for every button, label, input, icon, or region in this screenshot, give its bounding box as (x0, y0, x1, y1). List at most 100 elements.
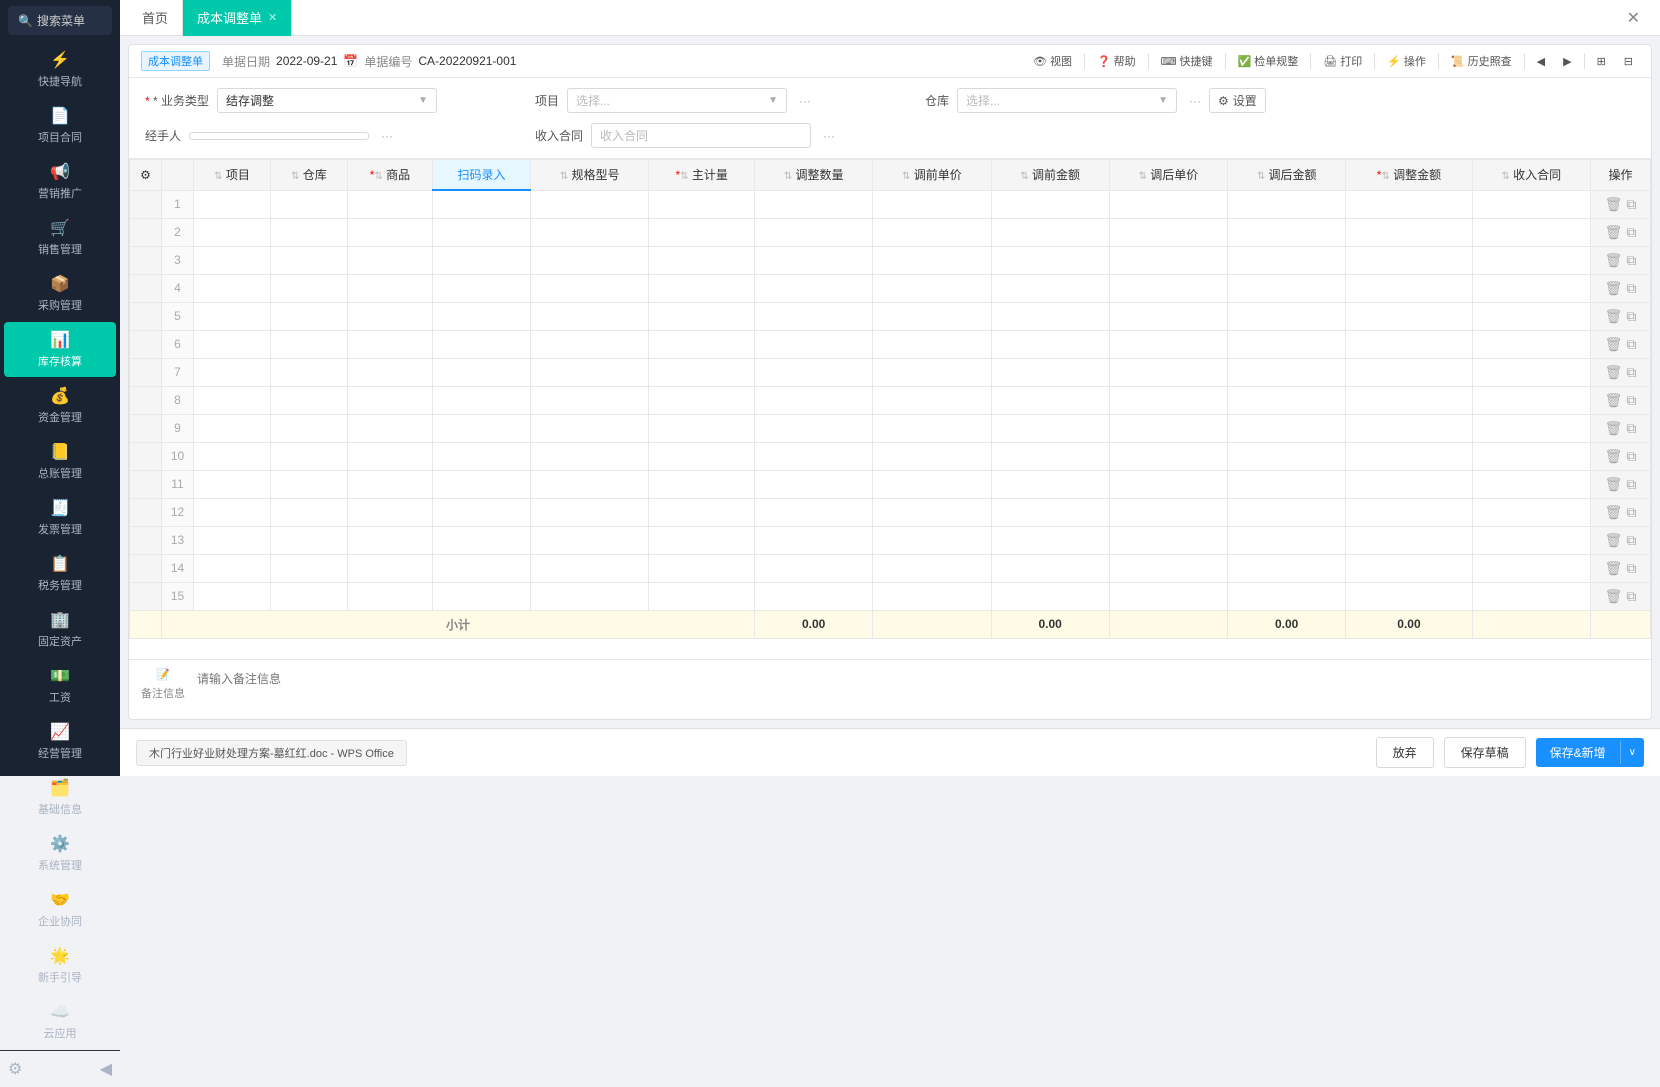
delete-icon[interactable]: 🗑 (1605, 196, 1623, 213)
cell-2-7[interactable] (873, 218, 991, 246)
col-income-contract[interactable]: ⇅ 收入合同 (1472, 160, 1590, 191)
cell-14-5[interactable] (649, 554, 755, 582)
cell-6-10[interactable] (1228, 330, 1346, 358)
toolbar-help-btn[interactable]: ❓ 帮助 (1091, 51, 1142, 71)
cell-9-9[interactable] (1109, 414, 1227, 442)
cell-8-10[interactable] (1228, 386, 1346, 414)
cell-5-2[interactable] (347, 302, 432, 330)
cell-12-2[interactable] (347, 498, 432, 526)
cell-9-8[interactable] (991, 414, 1109, 442)
cell-9-3[interactable] (432, 414, 530, 442)
copy-icon[interactable]: ⧉ (1626, 336, 1636, 353)
cell-2-8[interactable] (991, 218, 1109, 246)
cell-4-5[interactable] (649, 274, 755, 302)
cell-9-11[interactable] (1346, 414, 1472, 442)
cell-15-10[interactable] (1228, 582, 1346, 610)
cell-11-12[interactable] (1472, 470, 1590, 498)
copy-icon[interactable]: ⧉ (1626, 308, 1636, 325)
sidebar-item-assets[interactable]: 🏢固定资产 (4, 602, 116, 657)
copy-icon[interactable]: ⧉ (1626, 224, 1636, 241)
cell-10-3[interactable] (432, 442, 530, 470)
handler-more-btn[interactable]: ··· (381, 129, 393, 143)
col-adj-qty[interactable]: ⇅ 调整数量 (754, 160, 872, 191)
cell-8-12[interactable] (1472, 386, 1590, 414)
col-after-amount[interactable]: ⇅ 调后金额 (1228, 160, 1346, 191)
delete-icon[interactable]: 🗑 (1605, 532, 1623, 549)
col-gear[interactable]: ⚙ (130, 160, 162, 191)
notes-input[interactable] (197, 668, 1639, 698)
cell-13-7[interactable] (873, 526, 991, 554)
cell-4-0[interactable] (194, 274, 271, 302)
toolbar-hotkey-btn[interactable]: ⌨ 快捷键 (1155, 51, 1219, 71)
cell-2-0[interactable] (194, 218, 271, 246)
toolbar-check-btn[interactable]: ✅ 检单规整 (1232, 51, 1305, 71)
cell-6-6[interactable] (754, 330, 872, 358)
delete-icon[interactable]: 🗑 (1605, 420, 1623, 437)
delete-icon[interactable]: 🗑 (1605, 448, 1623, 465)
search-menu-btn[interactable]: 🔍 搜索菜单 (8, 6, 112, 35)
delete-icon[interactable]: 🗑 (1605, 476, 1623, 493)
sidebar-item-sales[interactable]: 🛒销售管理 (4, 210, 116, 265)
cell-13-0[interactable] (194, 526, 271, 554)
cell-6-12[interactable] (1472, 330, 1590, 358)
cell-12-0[interactable] (194, 498, 271, 526)
cell-8-1[interactable] (270, 386, 347, 414)
toolbar-history-btn[interactable]: 📜 历史照查 (1445, 51, 1518, 71)
biz-type-input[interactable]: 结存调整 ▼ (217, 88, 437, 113)
col-adj-amount[interactable]: *⇅ 调整金额 (1346, 160, 1472, 191)
cell-14-11[interactable] (1346, 554, 1472, 582)
cell-15-4[interactable] (531, 582, 649, 610)
cell-3-6[interactable] (754, 246, 872, 274)
warehouse-more-btn[interactable]: ··· (1189, 94, 1201, 108)
handler-input[interactable] (189, 132, 369, 140)
cell-6-2[interactable] (347, 330, 432, 358)
cell-9-7[interactable] (873, 414, 991, 442)
sidebar-item-collab[interactable]: 🤝企业协同 (4, 882, 116, 937)
copy-icon[interactable]: ⧉ (1626, 476, 1636, 493)
save-new-arrow-btn[interactable]: ∨ (1620, 741, 1644, 764)
sidebar-item-guide[interactable]: 🌟新手引导 (4, 938, 116, 993)
sidebar-item-salary[interactable]: 💵工资 (4, 658, 116, 713)
wps-file-label[interactable]: 木门行业好业财处理方案-墓红红.doc - WPS Office (136, 740, 407, 766)
sidebar-item-basic[interactable]: 🗂️基础信息 (4, 770, 116, 825)
cell-9-5[interactable] (649, 414, 755, 442)
cell-15-0[interactable] (194, 582, 271, 610)
table-row[interactable]: 8🗑⧉ (130, 386, 1651, 414)
cell-3-0[interactable] (194, 246, 271, 274)
table-row[interactable]: 12🗑⧉ (130, 498, 1651, 526)
cell-5-4[interactable] (531, 302, 649, 330)
cell-8-5[interactable] (649, 386, 755, 414)
table-row[interactable]: 2🗑⧉ (130, 218, 1651, 246)
cell-2-11[interactable] (1346, 218, 1472, 246)
cell-13-8[interactable] (991, 526, 1109, 554)
project-input[interactable]: 选择... ▼ (567, 88, 787, 113)
cell-14-6[interactable] (754, 554, 872, 582)
cell-8-6[interactable] (754, 386, 872, 414)
cell-10-7[interactable] (873, 442, 991, 470)
cell-10-5[interactable] (649, 442, 755, 470)
cell-12-10[interactable] (1228, 498, 1346, 526)
cell-7-2[interactable] (347, 358, 432, 386)
cell-10-11[interactable] (1346, 442, 1472, 470)
copy-icon[interactable]: ⧉ (1626, 504, 1636, 521)
sidebar-item-cloud[interactable]: ☁️云应用 (4, 994, 116, 1049)
cell-15-7[interactable] (873, 582, 991, 610)
cell-10-0[interactable] (194, 442, 271, 470)
cell-11-0[interactable] (194, 470, 271, 498)
cell-4-8[interactable] (991, 274, 1109, 302)
toolbar-preview-btn[interactable]: 👁 视图 (1027, 51, 1078, 71)
cell-1-9[interactable] (1109, 190, 1227, 218)
table-row[interactable]: 3🗑⧉ (130, 246, 1651, 274)
cell-10-12[interactable] (1472, 442, 1590, 470)
cell-11-2[interactable] (347, 470, 432, 498)
window-close-btn[interactable]: ✕ (1615, 8, 1652, 28)
cell-4-3[interactable] (432, 274, 530, 302)
cell-13-3[interactable] (432, 526, 530, 554)
table-row[interactable]: 1🗑⧉ (130, 190, 1651, 218)
table-row[interactable]: 10🗑⧉ (130, 442, 1651, 470)
cell-7-4[interactable] (531, 358, 649, 386)
table-row[interactable]: 6🗑⧉ (130, 330, 1651, 358)
cell-6-8[interactable] (991, 330, 1109, 358)
cell-7-8[interactable] (991, 358, 1109, 386)
cell-8-9[interactable] (1109, 386, 1227, 414)
